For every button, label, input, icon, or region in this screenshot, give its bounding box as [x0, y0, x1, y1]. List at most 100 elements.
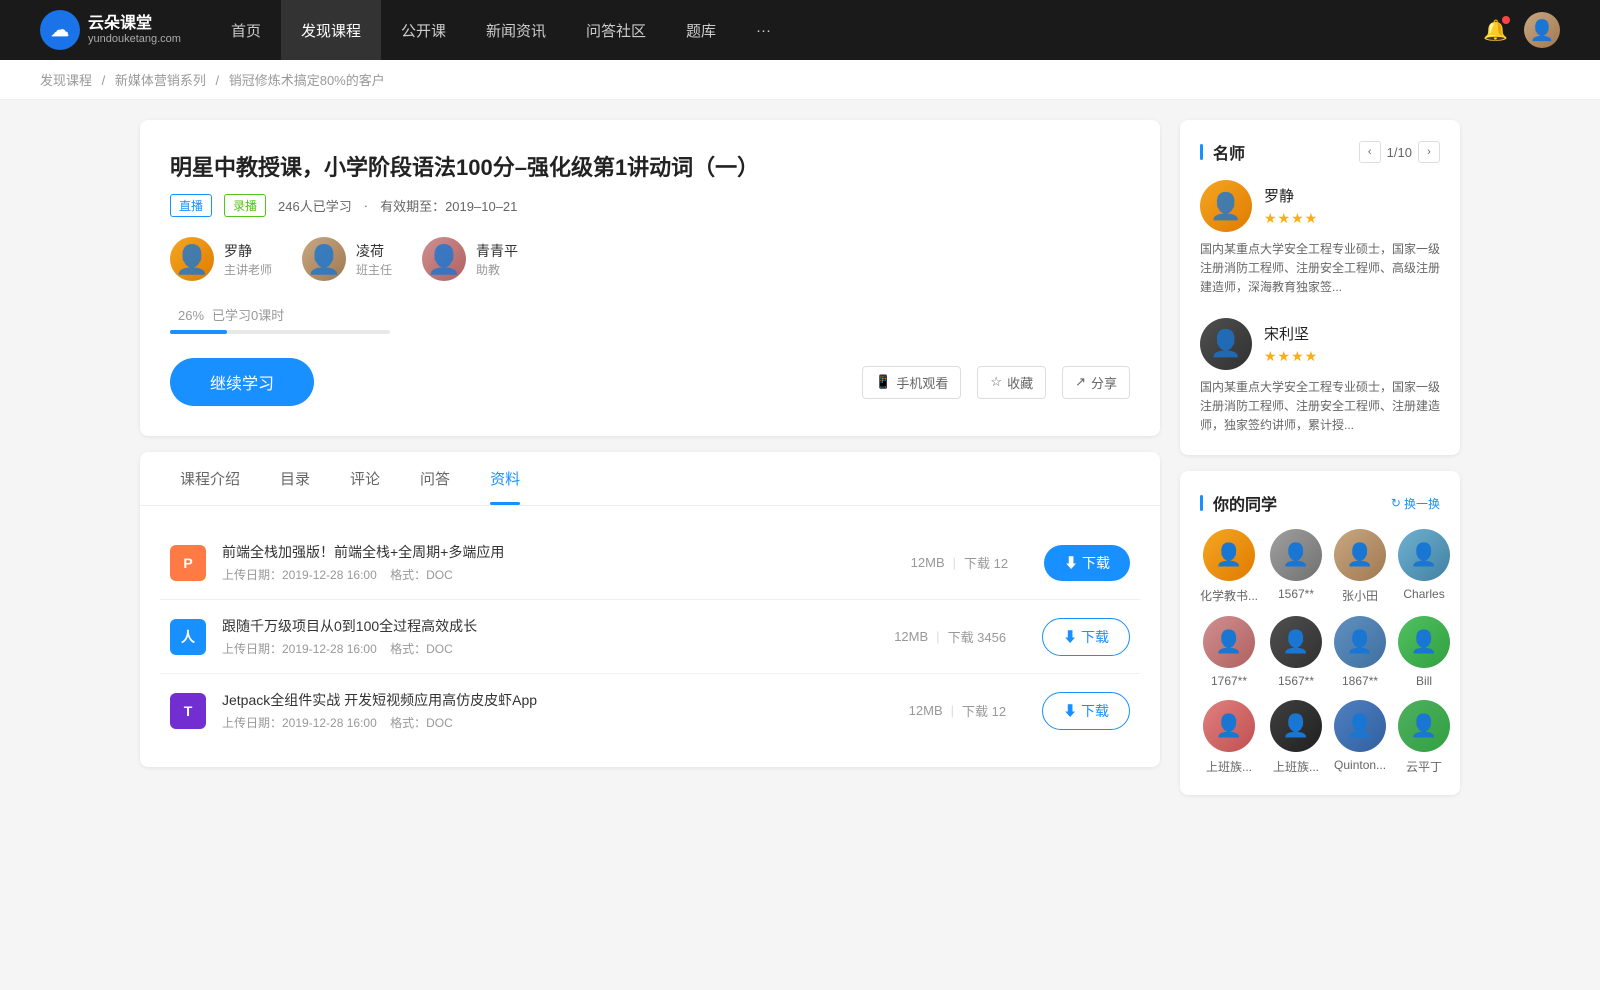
resource-icon: 人 — [170, 619, 206, 655]
logo[interactable]: ☁ 云朵课堂 yundouketang.com — [40, 10, 181, 50]
course-students: 246人已学习 — [278, 196, 352, 215]
teacher-stars: ★★★★ — [1264, 210, 1318, 227]
header-right: 🔔 👤 — [1483, 12, 1560, 48]
page-indicator: 1/10 — [1387, 145, 1412, 160]
download-button[interactable]: ⬇ 下载 — [1044, 545, 1130, 581]
resource-meta: 上传日期：2019-12-28 16:00 格式：DOC — [222, 566, 895, 583]
breadcrumb-item-1[interactable]: 新媒体营销系列 — [115, 73, 206, 88]
classmate-item[interactable]: 👤 上班族... — [1270, 700, 1322, 775]
resource-downloads: 下载 12 — [962, 701, 1006, 720]
resource-info: 前端全栈加强版！前端全栈+全周期+多端应用 上传日期：2019-12-28 16… — [222, 542, 895, 583]
nav-item-新闻资讯[interactable]: 新闻资讯 — [466, 0, 566, 60]
nav-item-首页[interactable]: 首页 — [211, 0, 281, 60]
nav-item-···[interactable]: ··· — [736, 0, 791, 60]
classmate-item[interactable]: 👤 化学教书... — [1200, 529, 1258, 604]
course-header-card: 明星中教授课，小学阶段语法100分–强化级第1讲动词（一） 直播 录播 246人… — [140, 120, 1160, 436]
nav-item-发现课程[interactable]: 发现课程 — [281, 0, 381, 60]
classmate-item[interactable]: 👤 Bill — [1398, 616, 1450, 688]
breadcrumb-item-2[interactable]: 销冠修炼术搞定80%的客户 — [229, 73, 385, 88]
course-valid-until: 有效期至：2019–10–21 — [380, 196, 517, 215]
classmate-avatar: 👤 — [1203, 700, 1255, 752]
classmate-item[interactable]: 👤 Charles — [1398, 529, 1450, 604]
breadcrumb-sep: / — [212, 73, 223, 88]
download-button[interactable]: ⬇ 下载 — [1042, 618, 1130, 656]
resource-meta: 上传日期：2019-12-28 16:00 格式：DOC — [222, 714, 893, 731]
right-sidebar: 名师 ‹ 1/10 › 👤 罗静 ★★★★ 国内某重点大学安全工程专业硕士，国家… — [1180, 120, 1460, 811]
resource-size: 12MB — [909, 703, 943, 718]
resource-stats: 12MB | 下载 12 — [909, 701, 1006, 720]
nav-item-题库[interactable]: 题库 — [666, 0, 736, 60]
nav-item-公开课[interactable]: 公开课 — [381, 0, 466, 60]
instructor-role: 班主任 — [356, 261, 392, 278]
collect-button[interactable]: ☆ 收藏 — [977, 366, 1046, 399]
next-page-button[interactable]: › — [1418, 141, 1440, 163]
classmate-name: Quinton... — [1334, 758, 1386, 772]
prev-page-button[interactable]: ‹ — [1359, 141, 1381, 163]
classmate-name: 1567** — [1278, 587, 1314, 601]
download-button[interactable]: ⬇ 下载 — [1042, 692, 1130, 730]
instructor-info: 罗静 主讲老师 — [224, 241, 272, 278]
classmate-item[interactable]: 👤 上班族... — [1200, 700, 1258, 775]
instructor-avatar: 👤 — [422, 237, 466, 281]
tab-问答[interactable]: 问答 — [400, 452, 470, 505]
instructor-item: 👤 罗静 主讲老师 — [170, 237, 272, 281]
tab-资料[interactable]: 资料 — [470, 452, 540, 505]
progress-section: 26%已学习0课时 — [170, 305, 1130, 334]
classmate-item[interactable]: 👤 1767** — [1200, 616, 1258, 688]
phone-watch-button[interactable]: 📱 手机观看 — [862, 366, 961, 399]
user-avatar[interactable]: 👤 — [1524, 12, 1560, 48]
teacher-basic: 👤 宋利坚 ★★★★ — [1200, 318, 1440, 370]
instructor-name: 青青平 — [476, 241, 518, 261]
star-icon: ☆ — [990, 374, 1002, 390]
instructor-name: 罗静 — [224, 241, 272, 261]
classmate-name: 云平丁 — [1406, 758, 1442, 775]
resource-downloads: 下载 3456 — [948, 627, 1007, 646]
resource-item: P 前端全栈加强版！前端全栈+全周期+多端应用 上传日期：2019-12-28 … — [160, 526, 1140, 600]
classmate-item[interactable]: 👤 云平丁 — [1398, 700, 1450, 775]
teachers-card: 名师 ‹ 1/10 › 👤 罗静 ★★★★ 国内某重点大学安全工程专业硕士，国家… — [1180, 120, 1460, 455]
teacher-name: 罗静 — [1264, 185, 1318, 206]
classmate-name: 张小田 — [1342, 587, 1378, 604]
pagination-ctrl: ‹ 1/10 › — [1359, 141, 1440, 163]
classmate-avatar: 👤 — [1270, 616, 1322, 668]
share-button[interactable]: ↗ 分享 — [1062, 366, 1130, 399]
teacher-desc: 国内某重点大学安全工程专业硕士，国家一级注册消防工程师、注册安全工程师、高级注册… — [1200, 240, 1440, 298]
main-container: 明星中教授课，小学阶段语法100分–强化级第1讲动词（一） 直播 录播 246人… — [100, 100, 1500, 831]
instructor-avatar: 👤 — [170, 237, 214, 281]
course-actions: 继续学习 📱 手机观看 ☆ 收藏 ↗ 分享 — [170, 358, 1130, 406]
continue-button[interactable]: 继续学习 — [170, 358, 314, 406]
teacher-item: 👤 宋利坚 ★★★★ 国内某重点大学安全工程专业硕士，国家一级注册消防工程师、注… — [1200, 318, 1440, 436]
course-instructors: 👤 罗静 主讲老师 👤 凌荷 班主任 👤 青青平 助教 — [170, 237, 1130, 281]
instructor-item: 👤 青青平 助教 — [422, 237, 518, 281]
tab-目录[interactable]: 目录 — [260, 452, 330, 505]
instructor-info: 青青平 助教 — [476, 241, 518, 278]
classmate-item[interactable]: 👤 1867** — [1334, 616, 1386, 688]
resource-stats: 12MB | 下载 3456 — [894, 627, 1006, 646]
breadcrumb-sep: / — [98, 73, 109, 88]
tab-课程介绍[interactable]: 课程介绍 — [160, 452, 260, 505]
classmates-title: 你的同学 — [1200, 491, 1277, 515]
teachers-title: 名师 — [1200, 140, 1245, 164]
refresh-button[interactable]: ↻ 换一换 — [1391, 495, 1440, 512]
left-content: 明星中教授课，小学阶段语法100分–强化级第1讲动词（一） 直播 录播 246人… — [140, 120, 1160, 811]
nav-item-问答社区[interactable]: 问答社区 — [566, 0, 666, 60]
bell-icon[interactable]: 🔔 — [1483, 18, 1508, 43]
resource-downloads: 下载 12 — [964, 553, 1008, 572]
classmate-name: 上班族... — [1206, 758, 1252, 775]
classmate-name: 1567** — [1278, 674, 1314, 688]
classmate-item[interactable]: 👤 1567** — [1270, 616, 1322, 688]
logo-icon: ☁ — [40, 10, 80, 50]
classmate-item[interactable]: 👤 1567** — [1270, 529, 1322, 604]
tabs-content: P 前端全栈加强版！前端全栈+全周期+多端应用 上传日期：2019-12-28 … — [140, 506, 1160, 767]
teacher-avatar[interactable]: 👤 — [1200, 318, 1252, 370]
classmate-avatar: 👤 — [1398, 529, 1450, 581]
teachers-card-header: 名师 ‹ 1/10 › — [1200, 140, 1440, 164]
classmate-name: 1767** — [1211, 674, 1247, 688]
breadcrumb-item-0[interactable]: 发现课程 — [40, 73, 92, 88]
teacher-avatar[interactable]: 👤 — [1200, 180, 1252, 232]
tab-评论[interactable]: 评论 — [330, 452, 400, 505]
classmates-header: 你的同学 ↻ 换一换 — [1200, 491, 1440, 515]
classmate-item[interactable]: 👤 Quinton... — [1334, 700, 1386, 775]
classmate-item[interactable]: 👤 张小田 — [1334, 529, 1386, 604]
classmate-name: 上班族... — [1273, 758, 1319, 775]
